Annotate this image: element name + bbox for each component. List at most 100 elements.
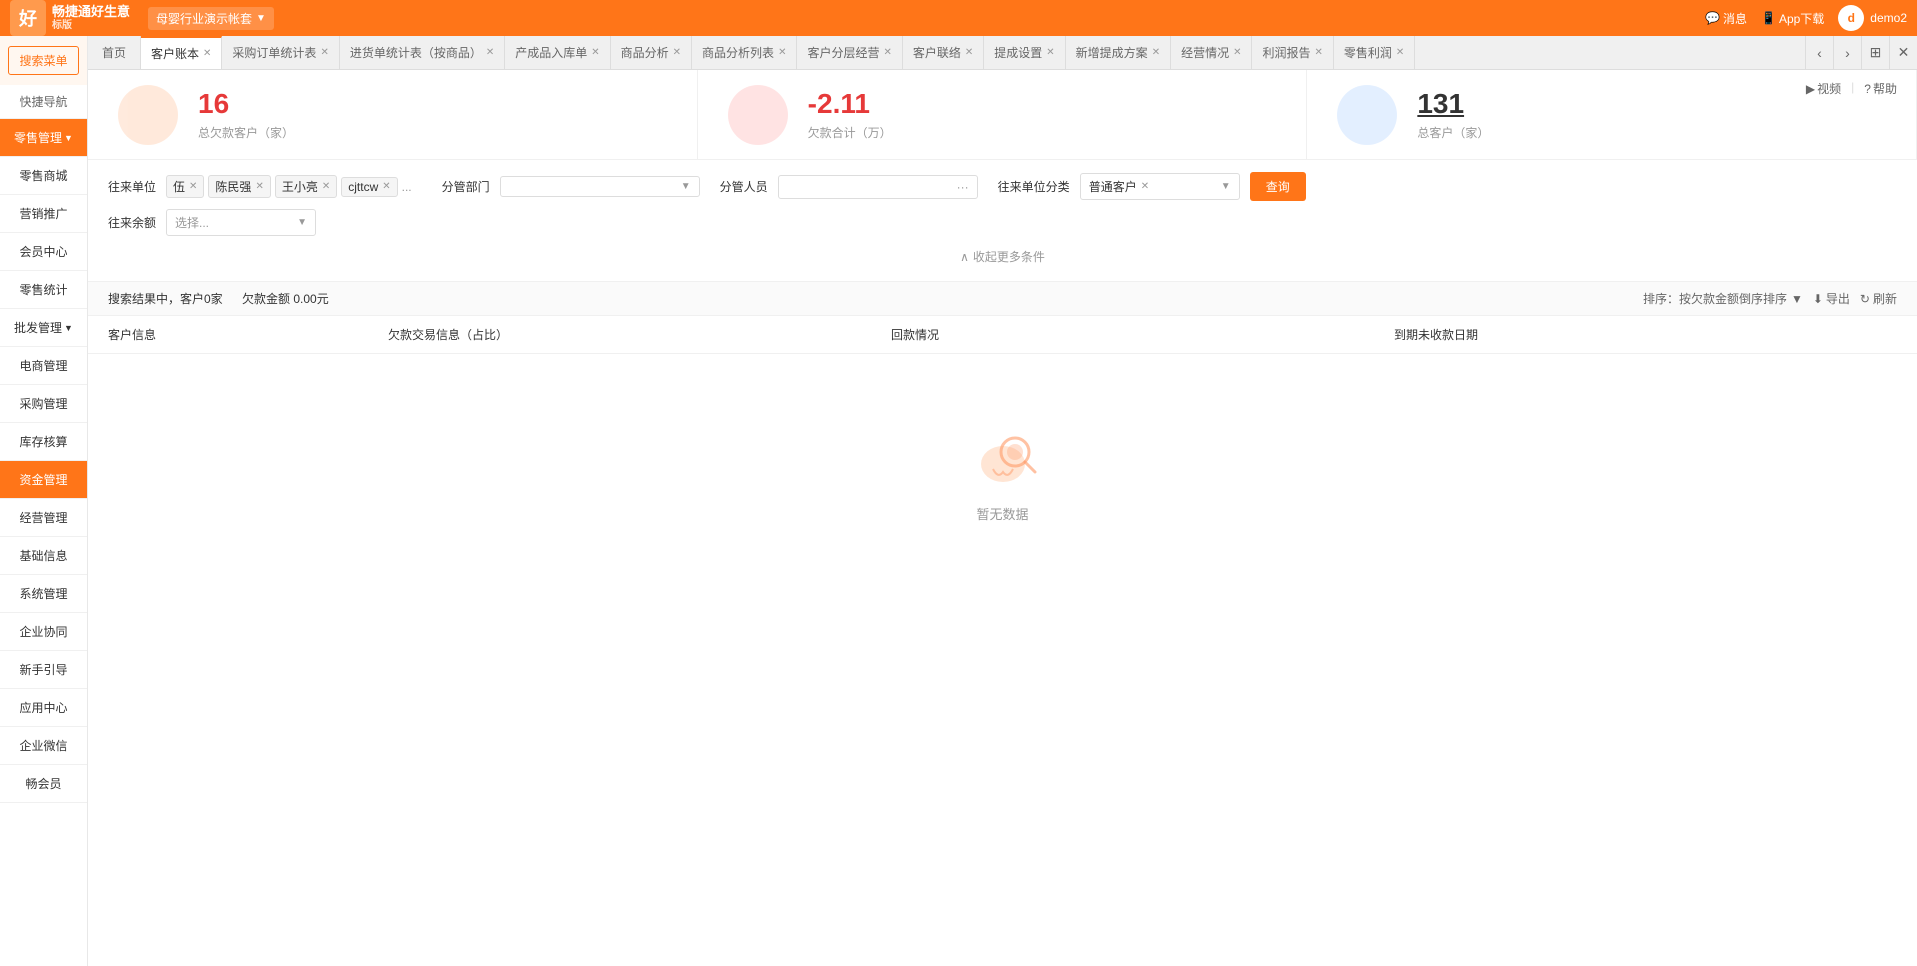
separator: | (1851, 80, 1854, 97)
result-bar: 搜索结果中，客户0家 欠款金额 0.00元 排序：按欠款金额倒序排序 ▼ ⬇ 导… (88, 282, 1917, 316)
sidebar-item-enterprise[interactable]: 企业协同 (0, 613, 87, 651)
dept-dropdown-icon: ▼ (681, 181, 691, 192)
unit-tag-remove-4[interactable]: ✕ (382, 181, 390, 192)
sidebar-item-newbie[interactable]: 新手引导 (0, 651, 87, 689)
sidebar-search-button[interactable]: 搜索菜单 (8, 46, 79, 75)
sidebar-item-retail-mall[interactable]: 零售商城 (0, 157, 87, 195)
tab-close-all-btn[interactable]: ✕ (1889, 36, 1917, 70)
tab-close-icon[interactable]: ✕ (778, 47, 786, 58)
person-more-btn[interactable]: ··· (957, 180, 969, 194)
tab-close-icon[interactable]: ✕ (965, 47, 973, 58)
user-menu[interactable]: d demo2 (1838, 5, 1907, 31)
summary-card-customers: ¥ 16 总欠款客户（家） (88, 70, 698, 159)
tab-close-icon[interactable]: ✕ (203, 48, 211, 59)
sidebar-item-operation[interactable]: 经营管理 (0, 499, 87, 537)
export-btn[interactable]: ⬇ 导出 (1813, 290, 1850, 307)
tab-scroll-right-btn[interactable]: › (1833, 36, 1861, 70)
unit-tag-remove-2[interactable]: ✕ (255, 181, 263, 192)
balance-placeholder: 选择... (175, 214, 209, 231)
tab-customer-ledger[interactable]: 客户账本 ✕ (141, 36, 222, 70)
tab-inbound-stat[interactable]: 进货单统计表（按商品） ✕ (340, 36, 505, 70)
tab-scroll-left-btn[interactable]: ‹ (1805, 36, 1833, 70)
balance-select[interactable]: 选择... ▼ (166, 209, 316, 236)
unit-tag-more[interactable]: ... (402, 180, 412, 194)
sidebar-quick-nav[interactable]: 快捷导航 (0, 85, 87, 119)
tab-close-icon[interactable]: ✕ (1315, 47, 1323, 58)
sidebar-item-finance[interactable]: 资金管理 (0, 461, 87, 499)
total-debt-customers-label: 总欠款客户（家） (198, 124, 294, 141)
query-button[interactable]: 查询 (1250, 172, 1306, 201)
sidebar-item-member[interactable]: 会员中心 (0, 233, 87, 271)
sidebar-item-retail-mgmt[interactable]: 零售管理 ▼ (0, 119, 87, 157)
tab-label: 客户联络 (913, 44, 961, 61)
tab-purchase-order-stat[interactable]: 采购订单统计表 ✕ (222, 36, 339, 70)
tab-retail-profit[interactable]: 零售利润 ✕ (1334, 36, 1415, 70)
category-select[interactable]: 普通客户 ✕ ▼ (1080, 173, 1240, 200)
collapse-label: 收起更多条件 (973, 248, 1045, 265)
sidebar-item-system[interactable]: 系统管理 (0, 575, 87, 613)
sidebar-item-basic-info[interactable]: 基础信息 (0, 537, 87, 575)
dept-select[interactable]: ▼ (500, 176, 700, 197)
filter-collapse-btn[interactable]: ∧ 收起更多条件 (108, 244, 1897, 269)
unit-tag-remove-3[interactable]: ✕ (322, 181, 330, 192)
sidebar-item-app-center[interactable]: 应用中心 (0, 689, 87, 727)
category-tag-remove[interactable]: ✕ (1141, 181, 1149, 192)
sidebar-item-label: 畅会员 (25, 777, 61, 791)
message-btn[interactable]: 💬 消息 (1705, 10, 1747, 27)
tab-customer-segment[interactable]: 客户分层经营 ✕ (797, 36, 902, 70)
tab-customer-contact[interactable]: 客户联络 ✕ (903, 36, 984, 70)
col-header-repayment: 回款情况 (891, 326, 1394, 343)
export-label: 导出 (1826, 290, 1850, 307)
tab-profit-report[interactable]: 利润报告 ✕ (1252, 36, 1333, 70)
tab-product-analysis-list[interactable]: 商品分析列表 ✕ (692, 36, 797, 70)
video-btn[interactable]: ▶ 视频 (1806, 80, 1841, 97)
tab-new-raise-plan[interactable]: 新增提成方案 ✕ (1066, 36, 1171, 70)
total-customers-value: 131 (1417, 88, 1489, 120)
sidebar-item-purchase[interactable]: 采购管理 (0, 385, 87, 423)
tab-production-inbound[interactable]: 产成品入库单 ✕ (505, 36, 610, 70)
unit-tag-2: 陈民强 ✕ (208, 175, 270, 198)
export-icon: ⬇ (1813, 292, 1823, 306)
sidebar-item-batch-mgmt[interactable]: 批发管理 ▼ (0, 309, 87, 347)
person-input[interactable]: ··· (778, 175, 978, 199)
tab-close-icon[interactable]: ✕ (883, 47, 891, 58)
tab-label: 产成品入库单 (515, 44, 587, 61)
help-btn[interactable]: ? 帮助 (1864, 80, 1897, 97)
tab-expand-btn[interactable]: ⊞ (1861, 36, 1889, 70)
sort-btn[interactable]: 排序：按欠款金额倒序排序 ▼ (1643, 290, 1803, 307)
sidebar-item-retail-stats[interactable]: 零售统计 (0, 271, 87, 309)
sidebar-item-corp-wechat[interactable]: 企业微信 (0, 727, 87, 765)
tab-raise-settings[interactable]: 提成设置 ✕ (984, 36, 1065, 70)
sidebar-item-inventory[interactable]: 库存核算 (0, 423, 87, 461)
unit-tag-value: 王小亮 (282, 178, 318, 195)
table-header: 客户信息 欠款交易信息（占比） 回款情况 到期未收款日期 (88, 316, 1917, 354)
video-icon: ▶ (1806, 82, 1815, 96)
tab-label: 进货单统计表（按商品） (350, 44, 482, 61)
tab-close-icon[interactable]: ✕ (673, 47, 681, 58)
logo-text: 畅捷通好生意 (52, 4, 130, 20)
col-header-customer: 客户信息 (108, 326, 388, 343)
sidebar-item-ecommerce[interactable]: 电商管理 (0, 347, 87, 385)
result-count: 搜索结果中，客户0家 (108, 292, 223, 306)
sidebar-item-marketing[interactable]: 营销推广 (0, 195, 87, 233)
tab-close-icon[interactable]: ✕ (1046, 47, 1054, 58)
sidebar-item-vip[interactable]: 畅会员 (0, 765, 87, 803)
tab-close-icon[interactable]: ✕ (1396, 47, 1404, 58)
tab-close-icon[interactable]: ✕ (320, 47, 328, 58)
tab-home[interactable]: 首页 (88, 36, 141, 70)
top-bar: 好 畅捷通好生意 标版 母婴行业演示帐套 ▼ 💬 消息 📱 App下载 d (0, 0, 1917, 36)
tab-close-icon[interactable]: ✕ (486, 47, 494, 58)
unit-tag-remove-1[interactable]: ✕ (189, 181, 197, 192)
filter-row-1: 往来单位 伍 ✕ 陈民强 ✕ 王小亮 (108, 172, 1897, 201)
refresh-btn[interactable]: ↻ 刷新 (1860, 290, 1897, 307)
tab-close-icon[interactable]: ✕ (1152, 47, 1160, 58)
dept-label: 分管部门 (442, 178, 490, 195)
tab-operation-status[interactable]: 经营情况 ✕ (1171, 36, 1252, 70)
tab-product-analysis[interactable]: 商品分析 ✕ (611, 36, 692, 70)
tab-close-icon[interactable]: ✕ (591, 47, 599, 58)
collapse-up-icon: ∧ (960, 250, 969, 264)
account-dropdown[interactable]: 母婴行业演示帐套 ▼ (148, 7, 274, 30)
tab-close-icon[interactable]: ✕ (1233, 47, 1241, 58)
logo-sub: 标版 (52, 20, 130, 32)
app-download-btn[interactable]: 📱 App下载 (1761, 10, 1824, 27)
